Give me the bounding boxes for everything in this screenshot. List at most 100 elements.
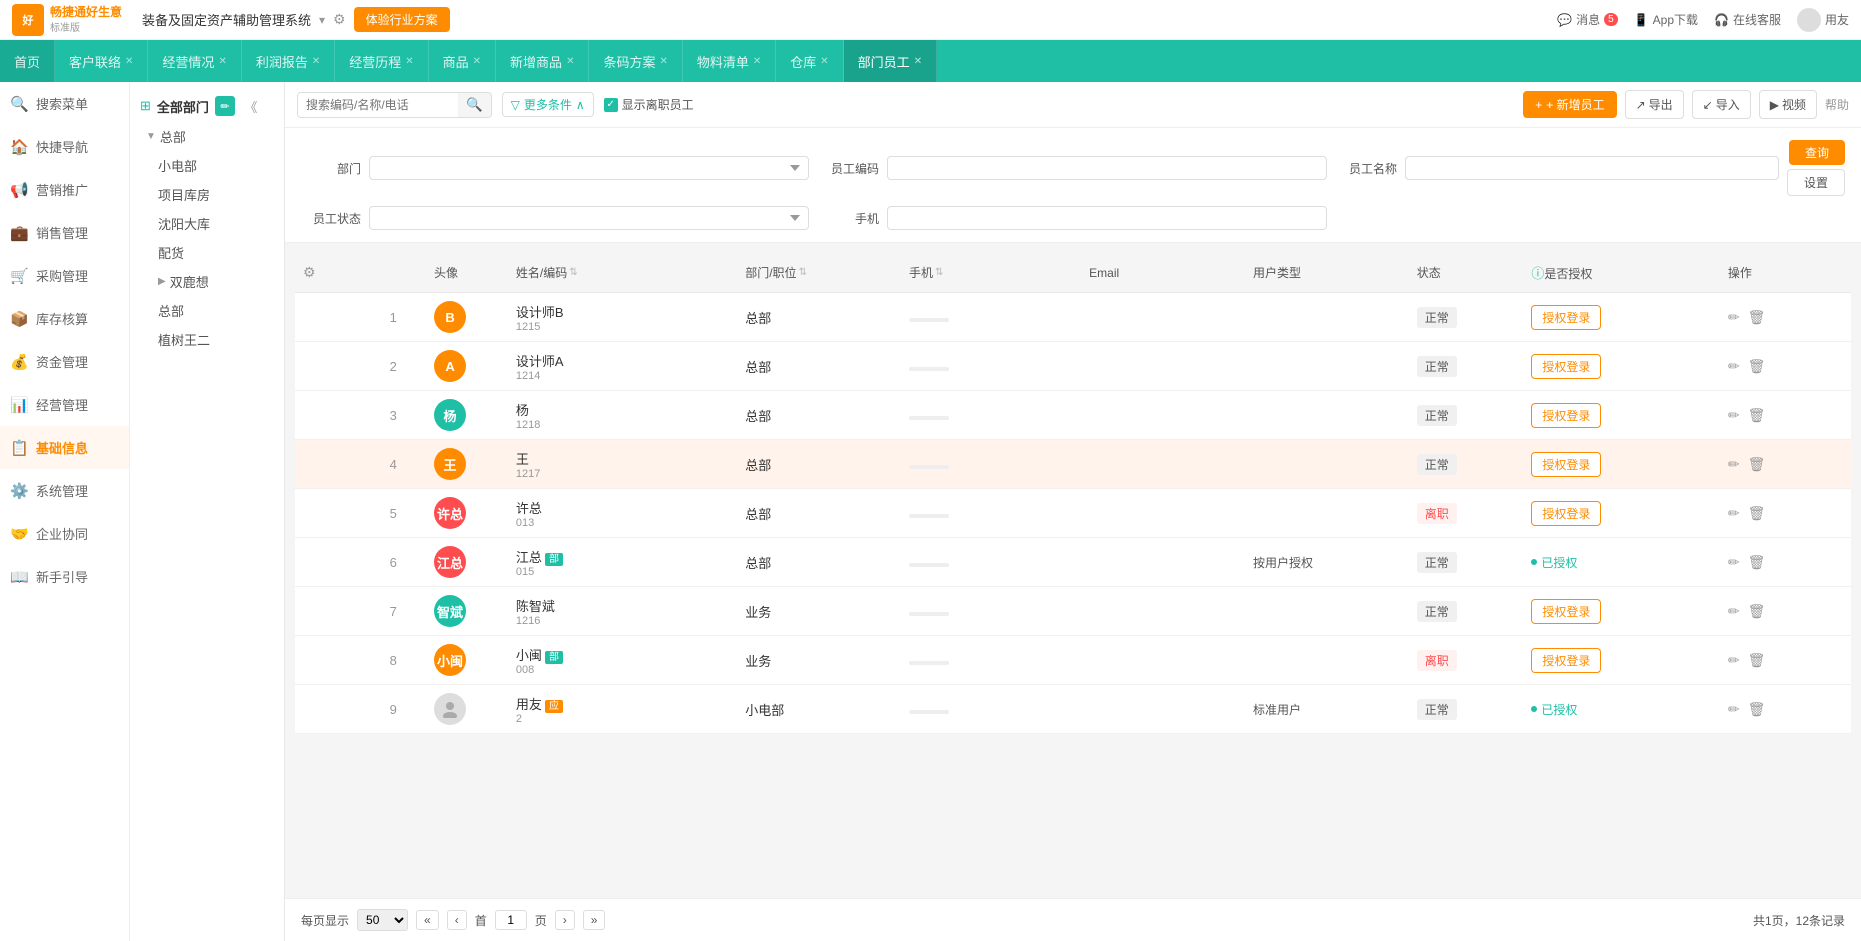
last-page-button[interactable]: » <box>583 910 606 930</box>
tree-node-zongbu2[interactable]: 总部 <box>130 296 284 325</box>
auth-button[interactable]: 授权登录 <box>1531 354 1601 379</box>
auth-button[interactable]: 授权登录 <box>1531 305 1601 330</box>
import-button[interactable]: ↙ 导入 <box>1692 90 1751 119</box>
auth-button[interactable]: 授权登录 <box>1531 501 1601 526</box>
close-icon[interactable]: ✕ <box>566 56 574 67</box>
sidebar-item-system[interactable]: ⚙️ 系统管理 <box>0 469 129 512</box>
sidebar-item-enterprise[interactable]: 🤝 企业协同 <box>0 512 129 555</box>
tree-node-project[interactable]: 项目库房 <box>130 180 284 209</box>
row-checkbox[interactable] <box>295 489 361 538</box>
delete-button[interactable]: 🗑 <box>1748 456 1766 473</box>
tab-new-goods[interactable]: 新增商品 ✕ <box>496 40 589 82</box>
prev-page-button[interactable]: ‹ <box>447 910 467 930</box>
show-resigned-toggle[interactable]: ✓ 显示离职员工 <box>604 96 694 113</box>
row-checkbox[interactable] <box>295 587 361 636</box>
th-phone[interactable]: 手机 ⇅ <box>901 253 1081 293</box>
edit-button[interactable]: ✏ <box>1728 701 1740 718</box>
try-button[interactable]: 体验行业方案 <box>354 7 450 32</box>
online-service-button[interactable]: 🎧 在线客服 <box>1714 11 1781 28</box>
export-button[interactable]: ↗ 导出 <box>1625 90 1684 119</box>
add-employee-button[interactable]: + + 新增员工 <box>1523 91 1616 118</box>
emp-status-select[interactable] <box>369 206 809 230</box>
first-page-button[interactable]: « <box>416 910 439 930</box>
tree-node-zhishu[interactable]: 植树王二 <box>130 325 284 354</box>
close-icon[interactable]: ✕ <box>753 56 761 67</box>
tab-bom[interactable]: 物料清单 ✕ <box>683 40 776 82</box>
sidebar-item-inventory[interactable]: 📦 库存核算 <box>0 297 129 340</box>
tab-barcode[interactable]: 条码方案 ✕ <box>589 40 682 82</box>
user-menu[interactable]: 用友 <box>1797 8 1849 32</box>
sidebar-item-operations[interactable]: 📊 经营管理 <box>0 383 129 426</box>
next-page-button[interactable]: › <box>555 910 575 930</box>
close-icon[interactable]: ✕ <box>125 56 133 67</box>
th-name[interactable]: 姓名/编码 ⇅ <box>508 253 737 293</box>
settings-icon[interactable]: ⚙ <box>333 11 346 28</box>
tree-node-shenyang[interactable]: 沈阳大库 <box>130 209 284 238</box>
row-checkbox[interactable] <box>295 636 361 685</box>
page-size-select[interactable]: 50 20 100 <box>357 909 408 931</box>
tree-node-zongbu[interactable]: ▼ 总部 <box>130 122 284 151</box>
sidebar-item-guide[interactable]: 📖 新手引导 <box>0 555 129 598</box>
edit-button[interactable]: ✏ <box>1728 554 1740 571</box>
row-checkbox[interactable] <box>295 538 361 587</box>
tree-node-peihuo[interactable]: 配货 <box>130 238 284 267</box>
tree-node-xiaodian[interactable]: 小电部 <box>130 151 284 180</box>
delete-button[interactable]: 🗑 <box>1748 603 1766 620</box>
collapse-button[interactable]: 《 <box>241 96 261 116</box>
edit-button[interactable]: ✏ <box>1728 456 1740 473</box>
emp-name-input[interactable] <box>1405 156 1779 180</box>
delete-button[interactable]: 🗑 <box>1748 505 1766 522</box>
close-icon[interactable]: ✕ <box>659 56 667 67</box>
more-conditions-button[interactable]: ▽ 更多条件 ∧ <box>502 92 594 117</box>
th-settings[interactable]: ⚙ <box>295 253 361 293</box>
delete-button[interactable]: 🗑 <box>1748 407 1766 424</box>
tab-history[interactable]: 经营历程 ✕ <box>335 40 428 82</box>
help-button[interactable]: 帮助 <box>1825 96 1849 113</box>
system-dropdown-icon[interactable]: ▾ <box>319 13 325 27</box>
tab-operations[interactable]: 经营情况 ✕ <box>148 40 241 82</box>
delete-button[interactable]: 🗑 <box>1748 309 1766 326</box>
dept-select[interactable] <box>369 156 809 180</box>
row-checkbox[interactable] <box>295 293 361 342</box>
edit-button[interactable]: ✏ <box>1728 505 1740 522</box>
edit-button[interactable]: ✏ <box>1728 358 1740 375</box>
tab-employees[interactable]: 部门员工 ✕ <box>844 40 937 82</box>
search-button[interactable]: 查询 <box>1789 140 1845 165</box>
row-checkbox[interactable] <box>295 440 361 489</box>
close-icon[interactable]: ✕ <box>820 56 828 67</box>
auth-button[interactable]: 授权登录 <box>1531 452 1601 477</box>
delete-button[interactable]: 🗑 <box>1748 701 1766 718</box>
set-button[interactable]: 设置 <box>1787 169 1845 196</box>
auth-button[interactable]: 授权登录 <box>1531 403 1601 428</box>
phone-input[interactable] <box>887 206 1327 230</box>
edit-button[interactable]: ✏ <box>1728 652 1740 669</box>
row-checkbox[interactable] <box>295 342 361 391</box>
search-icon-button[interactable]: 🔍 <box>458 93 491 117</box>
sidebar-item-marketing[interactable]: 📢 营销推广 <box>0 168 129 211</box>
close-icon[interactable]: ✕ <box>405 56 413 67</box>
video-button[interactable]: ▶ 视频 <box>1759 90 1817 119</box>
close-icon[interactable]: ✕ <box>473 56 481 67</box>
search-input[interactable] <box>298 94 458 116</box>
auth-button[interactable]: 授权登录 <box>1531 599 1601 624</box>
edit-button[interactable]: ✏ <box>1728 407 1740 424</box>
tab-home[interactable]: 首页 <box>0 40 55 82</box>
delete-button[interactable]: 🗑 <box>1748 554 1766 571</box>
sidebar-item-basics[interactable]: 📋 基础信息 <box>0 426 129 469</box>
emp-code-input[interactable] <box>887 156 1327 180</box>
sidebar-item-search[interactable]: 🔍 搜索菜单 <box>0 82 129 125</box>
dept-edit-button[interactable]: ✏ <box>215 96 235 116</box>
sort-name[interactable]: 姓名/编码 ⇅ <box>516 264 729 281</box>
sort-dept[interactable]: 部门/职位 ⇅ <box>745 264 893 281</box>
message-button[interactable]: 💬 消息 5 <box>1557 11 1618 28</box>
close-icon[interactable]: ✕ <box>312 56 320 67</box>
th-dept[interactable]: 部门/职位 ⇅ <box>737 253 901 293</box>
sidebar-item-finance[interactable]: 💰 资金管理 <box>0 340 129 383</box>
tab-warehouse[interactable]: 仓库 ✕ <box>776 40 843 82</box>
tab-customer[interactable]: 客户联络 ✕ <box>55 40 148 82</box>
tree-node-shuanglu[interactable]: ▶ 双鹿想 <box>130 267 284 296</box>
row-checkbox[interactable] <box>295 391 361 440</box>
tab-goods[interactable]: 商品 ✕ <box>429 40 496 82</box>
sidebar-item-purchase[interactable]: 🛒 采购管理 <box>0 254 129 297</box>
delete-button[interactable]: 🗑 <box>1748 652 1766 669</box>
